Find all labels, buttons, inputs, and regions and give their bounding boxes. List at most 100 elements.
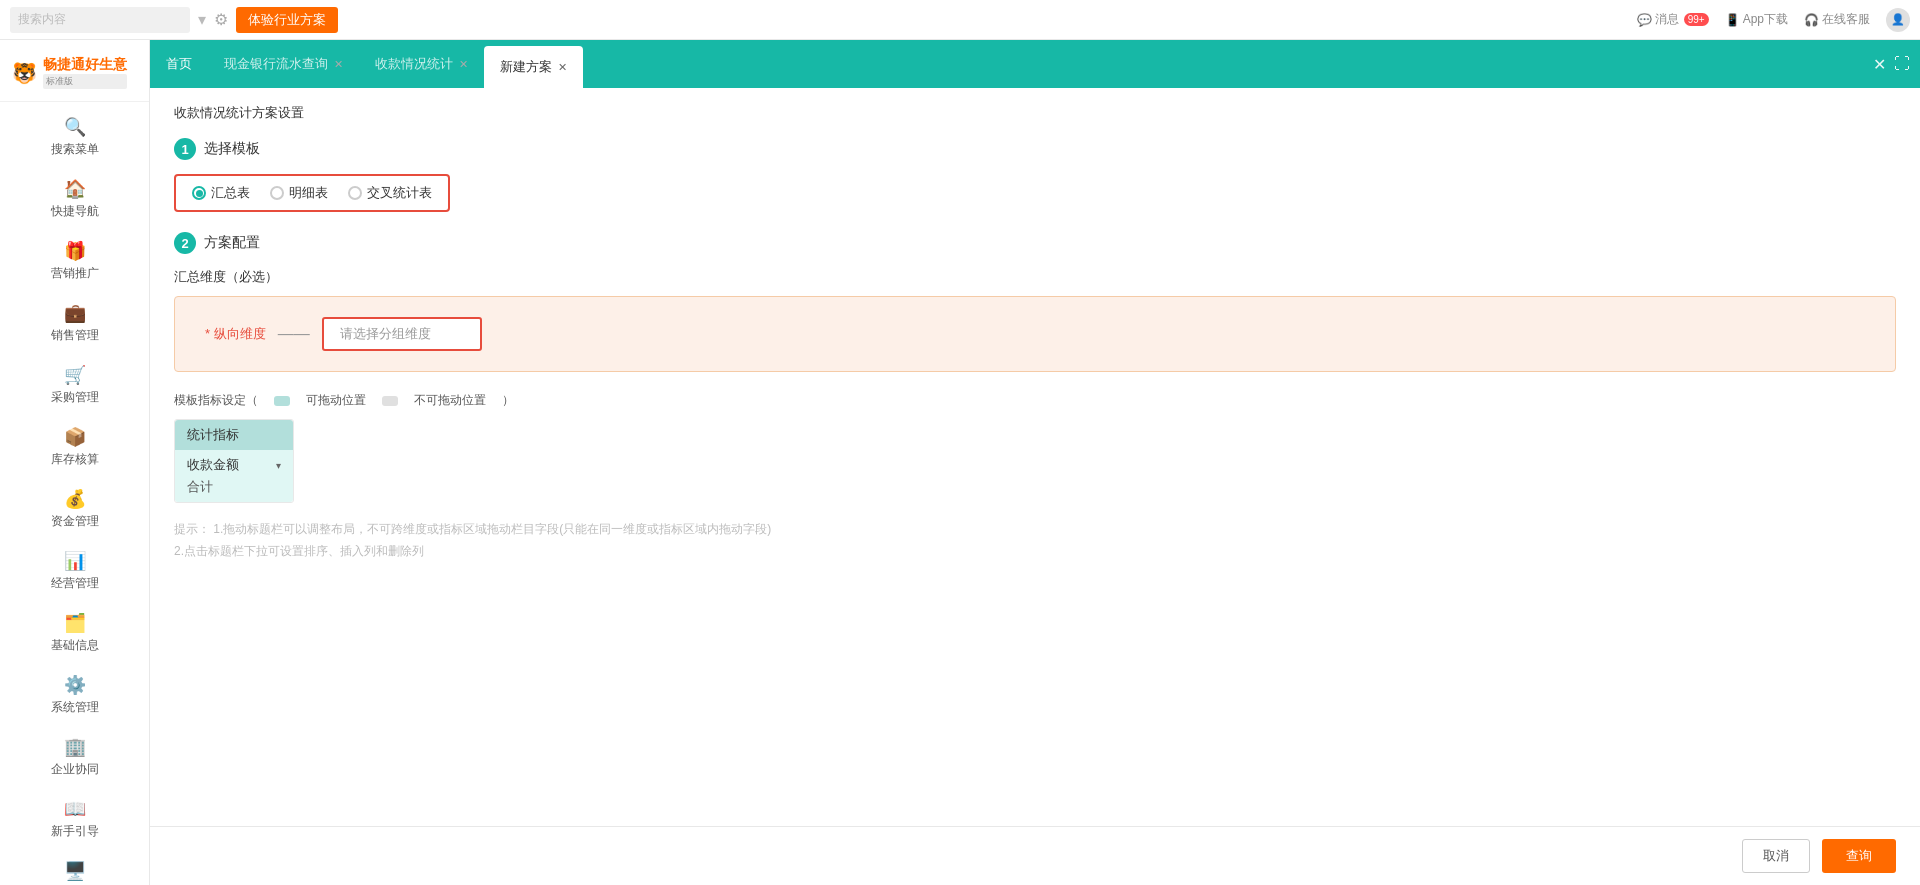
sidebar-item-inventory[interactable]: 📦 库存核算: [0, 416, 149, 478]
tab-bank-close[interactable]: ✕: [334, 58, 343, 71]
sidebar-item-label: 系统管理: [51, 699, 99, 716]
radio-circle-detail: [270, 186, 284, 200]
sidebar-item-label: 经营管理: [51, 575, 99, 592]
tip-1: 提示： 1.拖动标题栏可以调整布局，不可跨维度或指标区域拖动栏目字段(只能在同一…: [174, 519, 1896, 541]
sidebar-item-label: 搜索菜单: [51, 141, 99, 158]
dropdown-icon[interactable]: ▾: [198, 10, 206, 29]
radio-summary[interactable]: 汇总表: [192, 184, 250, 202]
indicator-total-label: 合计: [187, 479, 213, 494]
tab-home[interactable]: 首页: [150, 40, 208, 88]
indicators-header: 统计指标: [175, 420, 293, 450]
radio-cross[interactable]: 交叉统计表: [348, 184, 432, 202]
chevron-down-icon[interactable]: ▾: [276, 460, 281, 471]
message-label: 消息: [1655, 11, 1679, 28]
radio-summary-label: 汇总表: [211, 184, 250, 202]
sidebar-item-label: 销售管理: [51, 327, 99, 344]
sidebar-item-enterprise[interactable]: 🏢 企业协同: [0, 726, 149, 788]
chart-icon: 📊: [64, 550, 86, 572]
box-icon: 📦: [64, 426, 86, 448]
sidebar-item-guide[interactable]: 📖 新手引导: [0, 788, 149, 850]
logo-area: 🐯 畅捷通好生意 标准版: [0, 48, 149, 102]
page-inner: 收款情况统计方案设置 1 选择模板 汇总表 明细表: [150, 88, 1920, 826]
building-icon: 🏢: [64, 736, 86, 758]
tab-bank[interactable]: 现金银行流水查询 ✕: [208, 40, 359, 88]
user-avatar[interactable]: 👤: [1886, 8, 1910, 32]
search-placeholder: 搜索内容: [18, 11, 66, 28]
sidebar-item-operation[interactable]: 📊 经营管理: [0, 540, 149, 602]
top-bar-right: 💬 消息 99+ 📱 App下载 🎧 在线客服 👤: [1637, 8, 1910, 32]
sales-icon: 💼: [64, 302, 86, 324]
sidebar-item-label: 新手引导: [51, 823, 99, 840]
radio-circle-cross: [348, 186, 362, 200]
close-window-icon[interactable]: ✕: [1873, 55, 1886, 74]
indicator-column-row[interactable]: 收款金额 ▾: [187, 456, 281, 474]
indicators-container: 模板指标设定（ 可拖动位置 不可拖动位置 ） 统计指标: [174, 392, 1896, 503]
step1-num: 1: [174, 138, 196, 160]
dimension-select[interactable]: 请选择分组维度: [322, 317, 482, 351]
sidebar-item-system[interactable]: ⚙️ 系统管理: [0, 664, 149, 726]
footer-bar: 取消 查询: [150, 826, 1920, 885]
cart-icon: 🛒: [64, 364, 86, 386]
page-content: 收款情况统计方案设置 1 选择模板 汇总表 明细表: [150, 88, 1920, 826]
trial-button[interactable]: 体验行业方案: [236, 7, 338, 33]
sidebar-item-label: 基础信息: [51, 637, 99, 654]
step2-section: 2 方案配置 汇总维度（必选） * 纵向维度 —— 请选择分组维度: [174, 232, 1896, 562]
tips-section: 提示： 1.拖动标题栏可以调整布局，不可跨维度或指标区域拖动栏目字段(只能在同一…: [174, 519, 1896, 562]
download-button[interactable]: 📱 App下载: [1725, 11, 1788, 28]
search-bar[interactable]: 搜索内容: [10, 7, 190, 33]
top-bar: 搜索内容 ▾ ⚙ 体验行业方案 💬 消息 99+ 📱 App下载 🎧 在线客服 …: [0, 0, 1920, 40]
tab-new-plan[interactable]: 新建方案 ✕: [484, 46, 583, 88]
sidebar-item-purchase[interactable]: 🛒 采购管理: [0, 354, 149, 416]
gift-icon: 🎁: [64, 240, 86, 262]
movable-label: 可拖动位置: [306, 392, 366, 409]
radio-detail[interactable]: 明细表: [270, 184, 328, 202]
tab-bar-actions: ✕ ⛶: [1873, 55, 1910, 74]
fixed-dot: [382, 396, 398, 406]
radio-cross-label: 交叉统计表: [367, 184, 432, 202]
page-title: 收款情况统计方案设置: [174, 104, 1896, 122]
query-button[interactable]: 查询: [1822, 839, 1896, 873]
sidebar-item-finance[interactable]: 💰 资金管理: [0, 478, 149, 540]
sidebar-item-marketing[interactable]: 🎁 营销推广: [0, 230, 149, 292]
sidebar-item-search[interactable]: 🔍 搜索菜单: [0, 106, 149, 168]
sidebar-item-label: 营销推广: [51, 265, 99, 282]
indicator-legend: 模板指标设定（ 可拖动位置 不可拖动位置 ）: [174, 392, 1896, 409]
tab-stats-label: 收款情况统计: [375, 55, 453, 73]
service-label: 在线客服: [1822, 11, 1870, 28]
step1-title: 选择模板: [204, 140, 260, 158]
sidebar-item-nav[interactable]: 🏠 快捷导航: [0, 168, 149, 230]
dimension-select-placeholder: 请选择分组维度: [340, 326, 431, 341]
tab-stats[interactable]: 收款情况统计 ✕: [359, 40, 484, 88]
tab-bar: 首页 现金银行流水查询 ✕ 收款情况统计 ✕ 新建方案 ✕ ✕ ⛶: [150, 40, 1920, 88]
indicators-label: 模板指标设定（: [174, 392, 258, 409]
tab-stats-close[interactable]: ✕: [459, 58, 468, 71]
sidebar-item-label: 企业协同: [51, 761, 99, 778]
tip-2: 2.点击标题栏下拉可设置排序、插入列和删除列: [174, 541, 1896, 563]
sidebar-item-hardware[interactable]: 🖥️ 智能硬件: [0, 850, 149, 885]
service-button[interactable]: 🎧 在线客服: [1804, 11, 1870, 28]
logo-icon: 🐯: [12, 61, 37, 85]
movable-dot: [274, 396, 290, 406]
vertical-label: * 纵向维度: [205, 325, 266, 343]
sidebar-item-basic[interactable]: 🗂️ 基础信息: [0, 602, 149, 664]
message-button[interactable]: 💬 消息 99+: [1637, 11, 1709, 28]
main-layout: 🐯 畅捷通好生意 标准版 🔍 搜索菜单 🏠 快捷导航 🎁 营销推广 💼 销售管理: [0, 40, 1920, 885]
template-radio-group: 汇总表 明细表 交叉统计表: [174, 174, 450, 212]
tab-new-plan-label: 新建方案: [500, 58, 552, 76]
gear-icon: ⚙️: [64, 674, 86, 696]
sidebar-item-label: 快捷导航: [51, 203, 99, 220]
message-badge: 99+: [1684, 13, 1709, 26]
maximize-icon[interactable]: ⛶: [1894, 55, 1910, 74]
sidebar-item-sales[interactable]: 💼 销售管理: [0, 292, 149, 354]
dimension-area: * 纵向维度 —— 请选择分组维度: [174, 296, 1896, 372]
folder-icon: 🗂️: [64, 612, 86, 634]
config-section: 汇总维度（必选） * 纵向维度 —— 请选择分组维度: [174, 268, 1896, 562]
gear-icon[interactable]: ⚙: [214, 10, 228, 29]
sidebar-nav: 🔍 搜索菜单 🏠 快捷导航 🎁 营销推广 💼 销售管理 🛒 采购管理 📦: [0, 102, 149, 885]
tab-new-plan-close[interactable]: ✕: [558, 61, 567, 74]
finance-icon: 💰: [64, 488, 86, 510]
close-paren: ）: [502, 392, 514, 409]
step2-num: 2: [174, 232, 196, 254]
cancel-button[interactable]: 取消: [1742, 839, 1810, 873]
tab-home-label: 首页: [166, 55, 192, 73]
